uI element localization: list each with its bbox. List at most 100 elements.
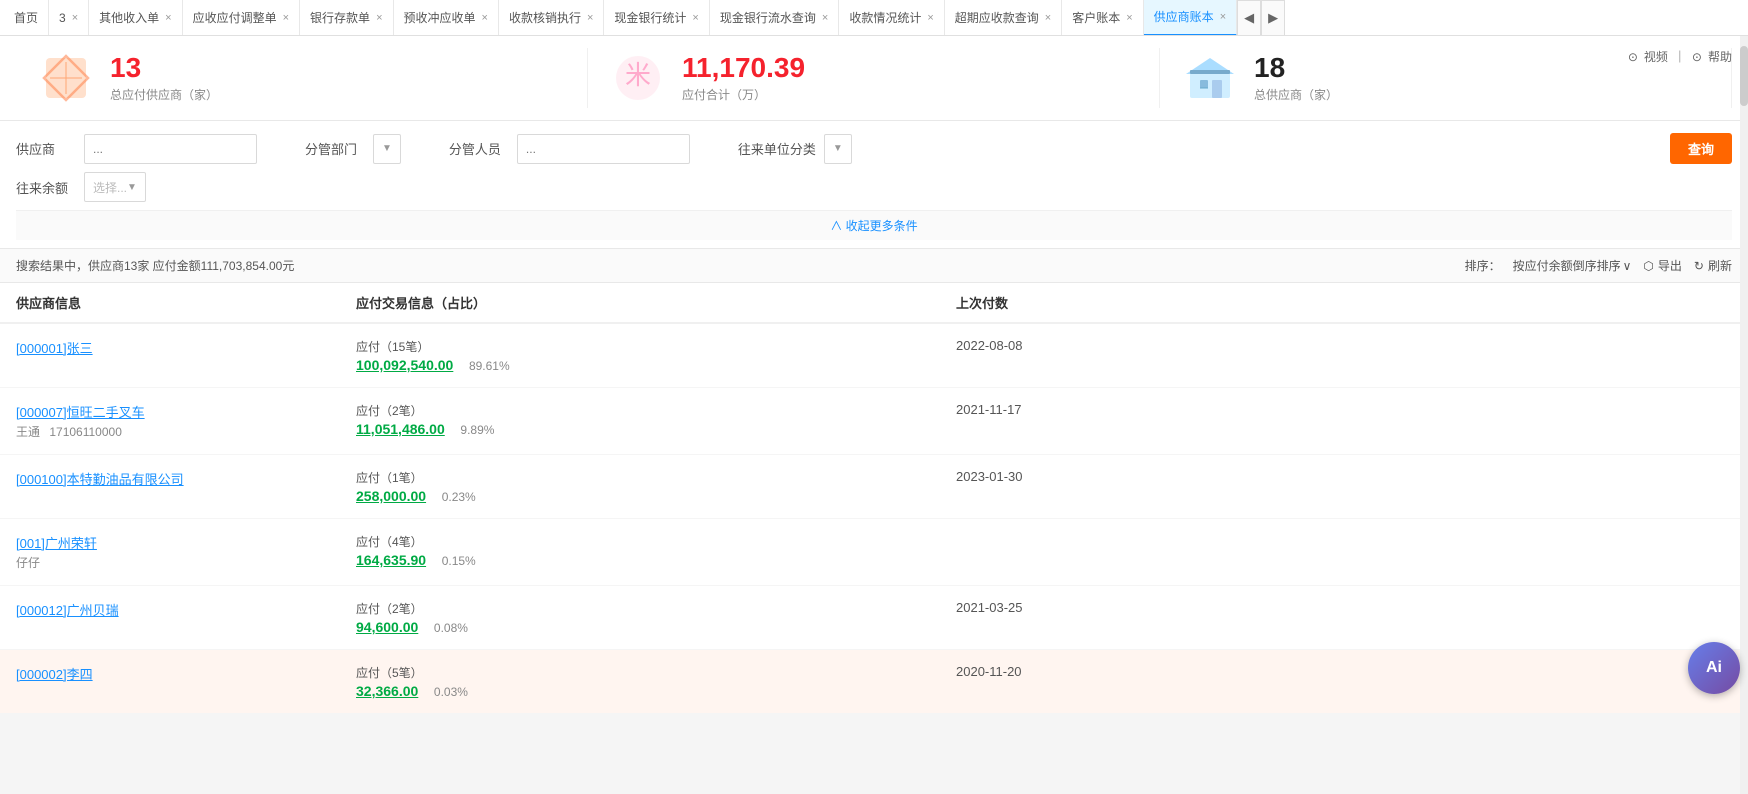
dept-dropdown-arrow: ▼ [382, 143, 392, 154]
nav-tab-3[interactable]: 3 × [49, 0, 89, 36]
query-button[interactable]: 查询 [1670, 133, 1732, 164]
circle-icon-2: ⊙ [1692, 50, 1702, 64]
transaction-percent-1: 89.61% [469, 359, 510, 373]
balance-select-value: 选择... [93, 179, 127, 196]
nav-tab-cash-bank-stat-label: 现金银行统计 [614, 9, 686, 26]
nav-tab-other-income-close[interactable]: × [165, 12, 171, 24]
transaction-label-6: 应付（5笔） [356, 664, 956, 681]
nav-tab-ar-ap-adjust-close[interactable]: × [283, 12, 289, 24]
last-payment-cell-6: 2020-11-20 [956, 664, 1732, 679]
table-row: [000001]张三 应付（15笔） 100,092,540.00 89.61%… [0, 324, 1748, 388]
refresh-button[interactable]: ↻ 刷新 [1694, 257, 1732, 274]
nav-tab-supplier-book[interactable]: 供应商账本 × [1144, 0, 1237, 36]
category-filter-select[interactable]: ▼ [824, 134, 852, 164]
nav-tab-ar-ap-adjust[interactable]: 应收应付调整单 × [183, 0, 300, 36]
nav-tab-cash-bank-stat[interactable]: 现金银行统计 × [604, 0, 709, 36]
supplier-cell-3: [000100]本特勤油品有限公司 [16, 469, 356, 488]
transaction-amount-6[interactable]: 32,366.00 [356, 683, 418, 699]
supplier-cell-6: [000002]李四 [16, 664, 356, 683]
col-header-transaction: 应付交易信息（占比） [356, 293, 956, 312]
transaction-label-2: 应付（2笔） [356, 402, 956, 419]
scrollbar-thumb[interactable] [1740, 46, 1748, 106]
refresh-label: 刷新 [1708, 257, 1732, 274]
transaction-label-3: 应付（1笔） [356, 469, 956, 486]
supplier-contact-4: 仔仔 [16, 554, 356, 571]
nav-tab-customer-book-close[interactable]: × [1126, 12, 1132, 24]
supplier-name-link-3[interactable]: [000100]本特勤油品有限公司 [16, 469, 356, 488]
svg-text:米: 米 [625, 60, 651, 90]
diamond-icon [36, 48, 96, 108]
nav-tab-cash-bank-stat-close[interactable]: × [692, 12, 698, 24]
stat-ap-amount: 米 11,170.39 应付合计（万） [588, 48, 1160, 108]
table-row: [000012]广州贝瑞 应付（2笔） 94,600.00 0.08% 2021… [0, 586, 1748, 650]
nav-tab-prepaid-ar[interactable]: 预收冲应收单 × [394, 0, 499, 36]
supplier-name-link-5[interactable]: [000012]广州贝瑞 [16, 600, 356, 619]
supplier-name-link-4[interactable]: [001]广州荣轩 [16, 533, 356, 552]
nav-tab-bank-deposit[interactable]: 银行存款单 × [300, 0, 393, 36]
supplier-cell-1: [000001]张三 [16, 338, 356, 357]
nav-next-arrow[interactable]: ▶ [1261, 0, 1285, 36]
transaction-cell-5: 应付（2笔） 94,600.00 0.08% [356, 600, 956, 635]
nav-tab-customer-book[interactable]: 客户账本 × [1062, 0, 1143, 36]
filter-collapse-button[interactable]: ∧ 收起更多条件 [16, 210, 1732, 240]
nav-tab-cash-bank-flow-label: 现金银行流水查询 [720, 9, 816, 26]
person-filter-label: 分管人员 [449, 139, 509, 158]
transaction-amount-3[interactable]: 258,000.00 [356, 488, 426, 504]
transaction-amount-1[interactable]: 100,092,540.00 [356, 357, 453, 373]
sort-arrow-icon: ∨ [1623, 259, 1632, 273]
last-payment-date-1: 2022-08-08 [956, 338, 1023, 353]
last-payment-date-2: 2021-11-17 [956, 402, 1022, 417]
transaction-amount-5[interactable]: 94,600.00 [356, 619, 418, 635]
nav-tab-collection-stat[interactable]: 收款情况统计 × [839, 0, 944, 36]
nav-tab-prepaid-ar-close[interactable]: × [482, 12, 488, 24]
scrollbar[interactable] [1740, 36, 1748, 794]
nav-tab-other-income[interactable]: 其他收入单 × [89, 0, 182, 36]
supplier-filter-input[interactable] [84, 134, 257, 164]
ai-button[interactable]: Ai [1688, 642, 1740, 694]
nav-tab-cash-bank-flow-close[interactable]: × [822, 12, 828, 24]
supplier-name-link-2[interactable]: [000007]恒旺二手叉车 [16, 402, 356, 421]
dept-filter-select[interactable]: ▼ [373, 134, 401, 164]
supplier-cell-5: [000012]广州贝瑞 [16, 600, 356, 619]
nav-tab-collection-exec[interactable]: 收款核销执行 × [499, 0, 604, 36]
stat-total-suppliers-label: 总供应商（家） [1254, 86, 1338, 103]
nav-tab-overdue-ar[interactable]: 超期应收款查询 × [945, 0, 1062, 36]
balance-filter-group: 往来余额 选择... ▼ [16, 172, 146, 202]
transaction-amount-4[interactable]: 164,635.90 [356, 552, 426, 568]
table-row: [000002]李四 应付（5笔） 32,366.00 0.03% 2020-1… [0, 650, 1748, 714]
nav-tab-3-close[interactable]: × [72, 12, 78, 24]
nav-tab-cash-bank-flow[interactable]: 现金银行流水查询 × [710, 0, 839, 36]
nav-tab-bank-deposit-label: 银行存款单 [310, 9, 370, 26]
nav-prev-arrow[interactable]: ◀ [1237, 0, 1261, 36]
nav-tab-home[interactable]: 首页 [4, 0, 49, 36]
supplier-cell-2: [000007]恒旺二手叉车 王通 17106110000 [16, 402, 356, 440]
supplier-name-link-1[interactable]: [000001]张三 [16, 338, 356, 357]
table-row: [000100]本特勤油品有限公司 应付（1笔） 258,000.00 0.23… [0, 455, 1748, 519]
transaction-cell-1: 应付（15笔） 100,092,540.00 89.61% [356, 338, 956, 373]
sort-select[interactable]: 按应付余额倒序排序 ∨ [1513, 257, 1632, 274]
nav-tab-supplier-book-close[interactable]: × [1220, 11, 1226, 23]
transaction-amount-2[interactable]: 11,051,486.00 [356, 421, 445, 437]
nav-tab-collection-stat-close[interactable]: × [927, 12, 933, 24]
transaction-percent-2: 9.89% [460, 423, 494, 437]
nav-tab-collection-exec-close[interactable]: × [587, 12, 593, 24]
nav-tab-overdue-ar-close[interactable]: × [1045, 12, 1051, 24]
table-header: 供应商信息 应付交易信息（占比） 上次付数 [0, 283, 1748, 324]
transaction-cell-6: 应付（5笔） 32,366.00 0.03% [356, 664, 956, 699]
stat-total-suppliers-content: 18 总供应商（家） [1254, 54, 1338, 103]
filter-area: 供应商 分管部门 ▼ 分管人员 往来单位分类 ▼ 查询 [0, 121, 1748, 249]
stat-ap-amount-content: 11,170.39 应付合计（万） [682, 54, 805, 103]
transaction-label-4: 应付（4笔） [356, 533, 956, 550]
nav-tab-bank-deposit-close[interactable]: × [376, 12, 382, 24]
results-summary: 搜索结果中，供应商13家 应付金额111,703,854.00元 [16, 257, 294, 274]
table-row: [000007]恒旺二手叉车 王通 17106110000 应付（2笔） 11,… [0, 388, 1748, 455]
video-link[interactable]: 视频 [1644, 48, 1668, 65]
balance-filter-select[interactable]: 选择... ▼ [84, 172, 146, 202]
stat-ap-suppliers: 13 总应付供应商（家） [16, 48, 588, 108]
help-link[interactable]: 帮助 [1708, 48, 1732, 65]
person-filter-input[interactable] [517, 134, 690, 164]
supplier-name-link-6[interactable]: [000002]李四 [16, 664, 356, 683]
export-button[interactable]: ⬡ 导出 [1643, 257, 1682, 274]
main-table: 供应商信息 应付交易信息（占比） 上次付数 [000001]张三 应付（15笔）… [0, 283, 1748, 714]
top-navigation: 首页 3 × 其他收入单 × 应收应付调整单 × 银行存款单 × 预收冲应收单 … [0, 0, 1748, 36]
